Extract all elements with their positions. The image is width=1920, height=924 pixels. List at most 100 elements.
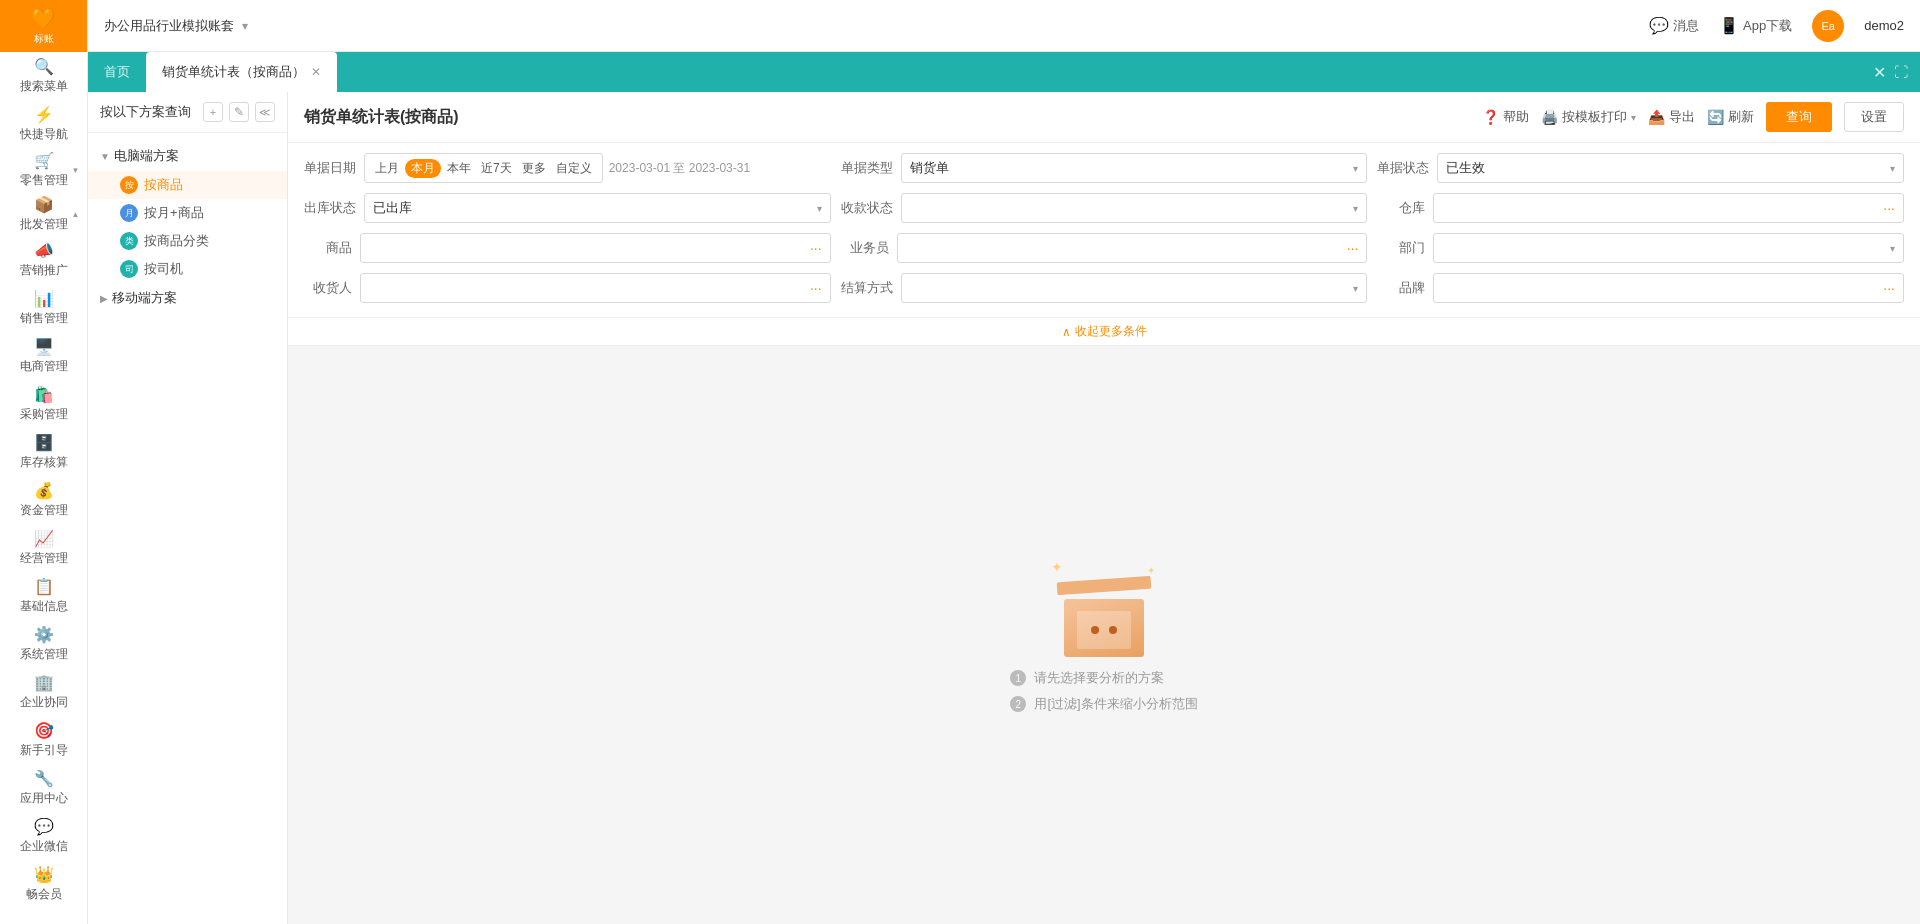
warehouse-input[interactable]: ··· bbox=[1433, 193, 1904, 223]
preset-custom[interactable]: 自定义 bbox=[552, 159, 596, 178]
settlement-label: 结算方式 bbox=[841, 279, 901, 297]
receiver-input[interactable]: ··· bbox=[360, 273, 831, 303]
sidebar-item-label: 采购管理 bbox=[20, 406, 68, 423]
sidebar-item-inventory[interactable]: 🗄️ 库存核算 bbox=[0, 428, 88, 476]
scheme-add-btn[interactable]: + bbox=[203, 102, 223, 122]
sidebar-item-system[interactable]: ⚙️ 系统管理 bbox=[0, 620, 88, 668]
filter-salesperson: 业务员 ··· bbox=[841, 233, 1368, 263]
filter-section: 单据日期 上月 本月 本年 近7天 更多 自定义 20 bbox=[288, 143, 1920, 346]
receiver-dots[interactable]: ··· bbox=[810, 280, 822, 296]
help-btn[interactable]: ❓ 帮助 bbox=[1482, 108, 1529, 126]
right-panel: 销货单统计表(按商品) ❓ 帮助 🖨️ 按模板打印 ▾ 📤 导出 bbox=[288, 92, 1920, 924]
preset-last-month[interactable]: 上月 bbox=[371, 159, 403, 178]
sidebar-item-appcenter[interactable]: 🔧 应用中心 bbox=[0, 764, 88, 812]
retail-expand-icon: ▼ bbox=[72, 166, 80, 175]
sidebar-item-enterprise[interactable]: 🏢 企业协同 bbox=[0, 668, 88, 716]
refresh-btn[interactable]: 🔄 刷新 bbox=[1707, 108, 1754, 126]
sidebar-item-label: 零售管理 bbox=[20, 172, 68, 189]
collapse-bar[interactable]: ∧ 收起更多条件 bbox=[288, 317, 1920, 345]
sidebar-item-wechat[interactable]: 💬 企业微信 bbox=[0, 812, 88, 860]
sidebar-item-marketing[interactable]: 📣 营销推广 bbox=[0, 236, 88, 284]
scheme-panel-title: 按以下方案查询 bbox=[100, 103, 191, 121]
department-select[interactable]: ▾ bbox=[1433, 233, 1904, 263]
sidebar-item-sales[interactable]: 📊 销售管理 bbox=[0, 284, 88, 332]
sidebar-item-retail[interactable]: 🛒 零售管理 ▼ bbox=[0, 148, 88, 192]
tab-home[interactable]: 首页 bbox=[88, 52, 146, 92]
bill-type-value: 销货单 bbox=[910, 159, 949, 177]
header-dropdown-arrow[interactable]: ▾ bbox=[242, 19, 248, 33]
stock-status-value: 已出库 bbox=[373, 199, 412, 217]
page-actions: ❓ 帮助 🖨️ 按模板打印 ▾ 📤 导出 🔄 刷新 bbox=[1482, 102, 1904, 132]
sidebar-item-purchase[interactable]: 🛍️ 采购管理 bbox=[0, 380, 88, 428]
brand-input[interactable]: ··· bbox=[1433, 273, 1904, 303]
scheme-group-mobile-header[interactable]: ▶ 移动端方案 bbox=[88, 283, 287, 313]
sidebar-item-finance[interactable]: 💰 资金管理 bbox=[0, 476, 88, 524]
print-dropdown-arrow[interactable]: ▾ bbox=[1631, 112, 1636, 123]
tab-home-label: 首页 bbox=[104, 63, 130, 81]
bill-status-select[interactable]: 已生效 ▾ bbox=[1437, 153, 1904, 183]
preset-more[interactable]: 更多 bbox=[518, 159, 550, 178]
box-face bbox=[1077, 611, 1131, 649]
salesperson-dots[interactable]: ··· bbox=[1347, 240, 1359, 256]
settlement-arrow: ▾ bbox=[1353, 283, 1358, 294]
sidebar-item-member[interactable]: 👑 畅会员 bbox=[0, 860, 88, 908]
logo-text: 标账 bbox=[34, 32, 54, 46]
bill-status-arrow: ▾ bbox=[1890, 163, 1895, 174]
empty-illustration: ✦ ✦ bbox=[1049, 557, 1159, 657]
results-area: ✦ ✦ 1 请先选择要分析的方案 2 用[过滤]条件来缩小分析范围 bbox=[288, 346, 1920, 924]
sidebar-item-operations[interactable]: 📈 经营管理 bbox=[0, 524, 88, 572]
hint-num-1: 1 bbox=[1010, 670, 1026, 686]
header-right: 💬 消息 📱 App下载 Ea demo2 bbox=[1649, 10, 1904, 42]
collapse-label: 收起更多条件 bbox=[1075, 323, 1147, 340]
sidebar-item-label: 企业协同 bbox=[20, 694, 68, 711]
setting-btn[interactable]: 设置 bbox=[1844, 102, 1904, 132]
scheme-child-by-cashier[interactable]: 司 按司机 bbox=[88, 255, 287, 283]
scheme-child-by-product[interactable]: 按 按商品 bbox=[88, 171, 287, 199]
stock-status-select[interactable]: 已出库 ▾ bbox=[364, 193, 831, 223]
date-value: 2023-03-01 至 2023-03-31 bbox=[609, 160, 750, 177]
username-label[interactable]: demo2 bbox=[1864, 18, 1904, 33]
product-dots[interactable]: ··· bbox=[810, 240, 822, 256]
salesperson-input[interactable]: ··· bbox=[897, 233, 1368, 263]
query-btn[interactable]: 查询 bbox=[1766, 102, 1832, 132]
collapse-icon: ∧ bbox=[1062, 325, 1071, 339]
tab-close-icon[interactable]: ✕ bbox=[311, 65, 321, 79]
salesperson-label: 业务员 bbox=[841, 239, 897, 257]
current-app-name: 办公用品行业模拟账套 bbox=[104, 17, 234, 35]
sidebar-item-ecommerce[interactable]: 🖥️ 电商管理 bbox=[0, 332, 88, 380]
sidebar-item-wholesale[interactable]: 📦 批发管理 ▲ bbox=[0, 192, 88, 236]
preset-this-year[interactable]: 本年 bbox=[443, 159, 475, 178]
bill-type-select[interactable]: 销货单 ▾ bbox=[901, 153, 1368, 183]
export-btn[interactable]: 📤 导出 bbox=[1648, 108, 1695, 126]
app-download-btn[interactable]: 📱 App下载 bbox=[1719, 16, 1792, 35]
scheme-group-desktop-header[interactable]: ▼ 电脑端方案 bbox=[88, 141, 287, 171]
maximize-window-icon[interactable]: ⛶ bbox=[1894, 64, 1908, 80]
message-btn[interactable]: 💬 消息 bbox=[1649, 16, 1699, 35]
tab-sales-stats[interactable]: 销货单统计表（按商品） ✕ bbox=[146, 52, 337, 92]
filter-row-1: 单据日期 上月 本月 本年 近7天 更多 自定义 20 bbox=[304, 153, 1904, 183]
preset-this-month[interactable]: 本月 bbox=[405, 159, 441, 178]
brand-dots[interactable]: ··· bbox=[1883, 280, 1895, 296]
sidebar-item-search[interactable]: 🔍 搜索菜单 bbox=[0, 52, 88, 100]
sidebar-item-quick-nav[interactable]: ⚡ 快捷导航 bbox=[0, 100, 88, 148]
scheme-edit-btn[interactable]: ✎ bbox=[229, 102, 249, 122]
warehouse-dots[interactable]: ··· bbox=[1883, 200, 1895, 216]
sidebar-item-basics[interactable]: 📋 基础信息 bbox=[0, 572, 88, 620]
by-category-label: 按商品分类 bbox=[144, 232, 209, 250]
product-label: 商品 bbox=[304, 239, 360, 257]
by-product-label: 按商品 bbox=[144, 176, 183, 194]
scheme-child-by-month-product[interactable]: 月 按月+商品 bbox=[88, 199, 287, 227]
user-avatar[interactable]: Ea bbox=[1812, 10, 1844, 42]
sidebar-item-newbie[interactable]: 🎯 新手引导 bbox=[0, 716, 88, 764]
sparkle-icon-2: ✦ bbox=[1147, 565, 1155, 576]
payment-status-select[interactable]: ▾ bbox=[901, 193, 1368, 223]
print-btn[interactable]: 🖨️ 按模板打印 ▾ bbox=[1541, 108, 1636, 126]
sidebar-logo[interactable]: 🧡 标账 bbox=[0, 0, 88, 52]
close-window-icon[interactable]: ✕ bbox=[1873, 63, 1886, 82]
refresh-label: 刷新 bbox=[1728, 108, 1754, 126]
product-input[interactable]: ··· bbox=[360, 233, 831, 263]
preset-last-7-days[interactable]: 近7天 bbox=[477, 159, 516, 178]
settlement-select[interactable]: ▾ bbox=[901, 273, 1368, 303]
scheme-collapse-btn[interactable]: ≪ bbox=[255, 102, 275, 122]
scheme-child-by-category[interactable]: 类 按商品分类 bbox=[88, 227, 287, 255]
